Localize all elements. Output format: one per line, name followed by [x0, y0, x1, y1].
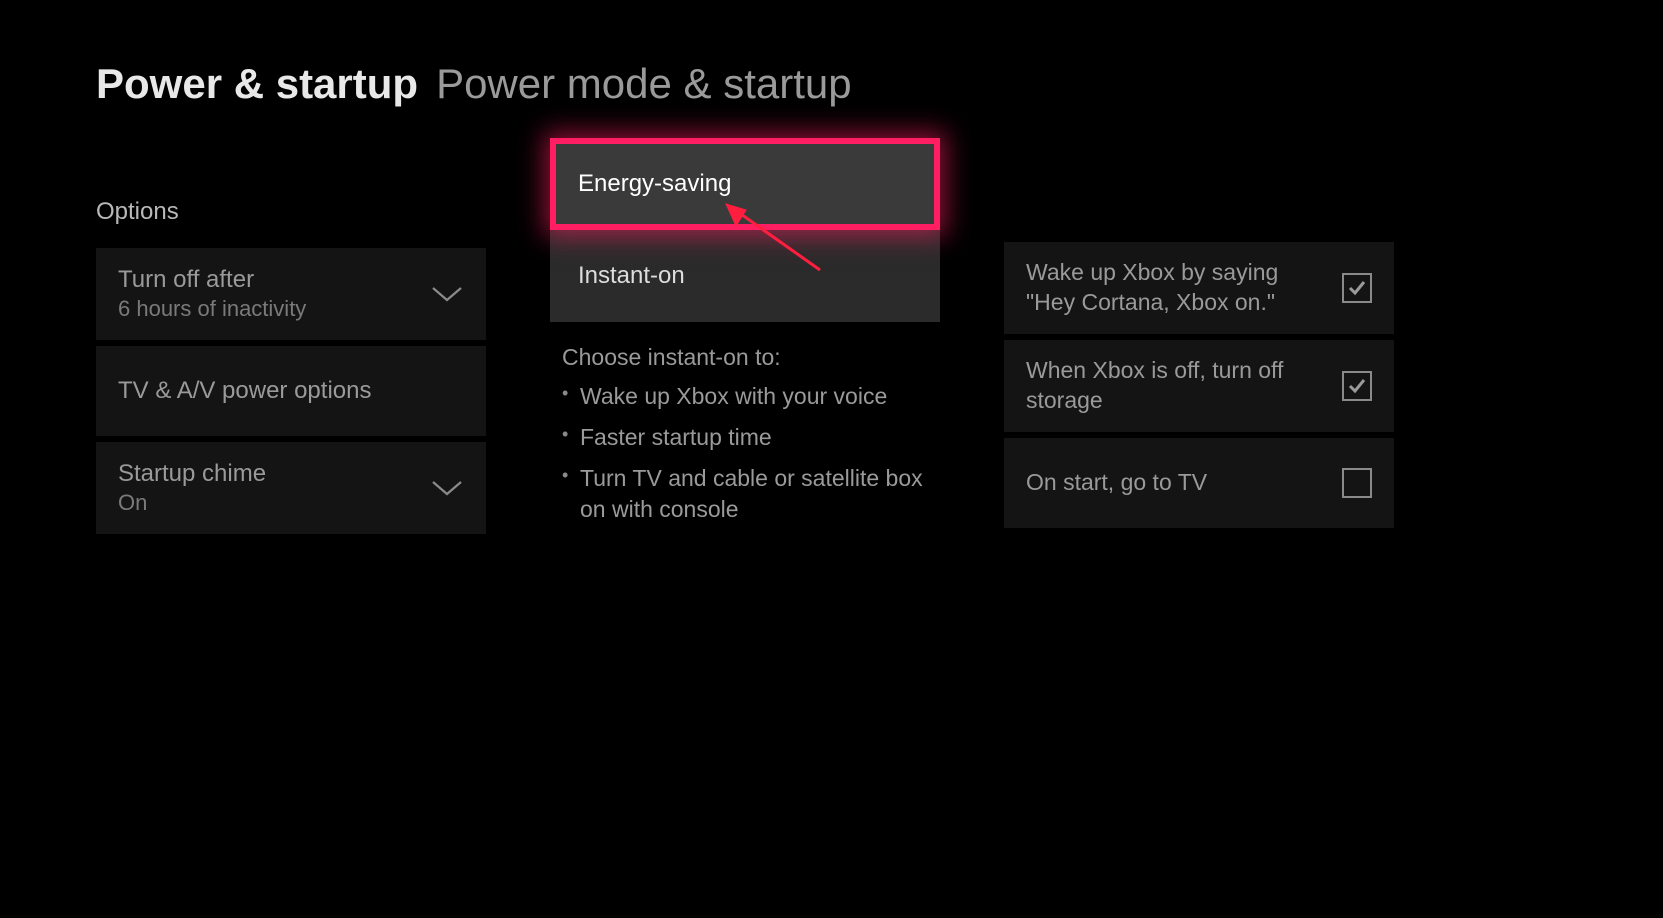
toggle-label: When Xbox is off, turn off storage	[1026, 356, 1316, 416]
power-mode-energy-saving[interactable]: Energy-saving	[550, 138, 940, 230]
option-label: Startup chime	[118, 460, 266, 488]
option-startup-chime[interactable]: Startup chime On	[96, 442, 486, 534]
power-mode-instant-on[interactable]: Instant-on	[550, 230, 940, 322]
option-label: TV & A/V power options	[118, 379, 371, 403]
toggles-column: Wake up Xbox by saying "Hey Cortana, Xbo…	[1004, 198, 1394, 534]
toggle-label: Wake up Xbox by saying "Hey Cortana, Xbo…	[1026, 258, 1316, 318]
desc-lead: Choose instant-on to:	[562, 344, 928, 371]
option-turn-off-after[interactable]: Turn off after 6 hours of inactivity	[96, 248, 486, 340]
checkbox-icon	[1342, 468, 1372, 498]
options-column: Options Turn off after 6 hours of inacti…	[96, 198, 486, 540]
toggle-label: On start, go to TV	[1026, 468, 1207, 498]
options-section-label: Options	[96, 198, 486, 226]
toggle-on-start-go-to-tv[interactable]: On start, go to TV	[1004, 438, 1394, 528]
power-mode-description: Choose instant-on to: Wake up Xbox with …	[550, 344, 940, 525]
toggle-wake-by-voice[interactable]: Wake up Xbox by saying "Hey Cortana, Xbo…	[1004, 242, 1394, 334]
power-mode-column: Energy-saving Instant-on Choose instant-…	[550, 198, 940, 525]
option-sublabel: 6 hours of inactivity	[118, 296, 306, 322]
breadcrumb: Power & startup	[96, 60, 418, 108]
chevron-down-icon	[430, 285, 464, 303]
page-header: Power & startup Power mode & startup	[96, 60, 1567, 108]
desc-bullet: Faster startup time	[562, 422, 928, 453]
desc-bullet: Turn TV and cable or satellite box on wi…	[562, 463, 928, 525]
option-sublabel: On	[118, 490, 266, 516]
option-tv-av-power[interactable]: TV & A/V power options	[96, 346, 486, 436]
checkbox-icon	[1342, 273, 1372, 303]
chevron-down-icon	[430, 479, 464, 497]
option-label: Turn off after	[118, 266, 306, 294]
power-mode-label: Instant-on	[578, 262, 685, 290]
page-title: Power mode & startup	[436, 60, 852, 108]
power-mode-label: Energy-saving	[578, 170, 731, 198]
checkbox-icon	[1342, 371, 1372, 401]
toggle-turn-off-storage[interactable]: When Xbox is off, turn off storage	[1004, 340, 1394, 432]
desc-bullet: Wake up Xbox with your voice	[562, 381, 928, 412]
